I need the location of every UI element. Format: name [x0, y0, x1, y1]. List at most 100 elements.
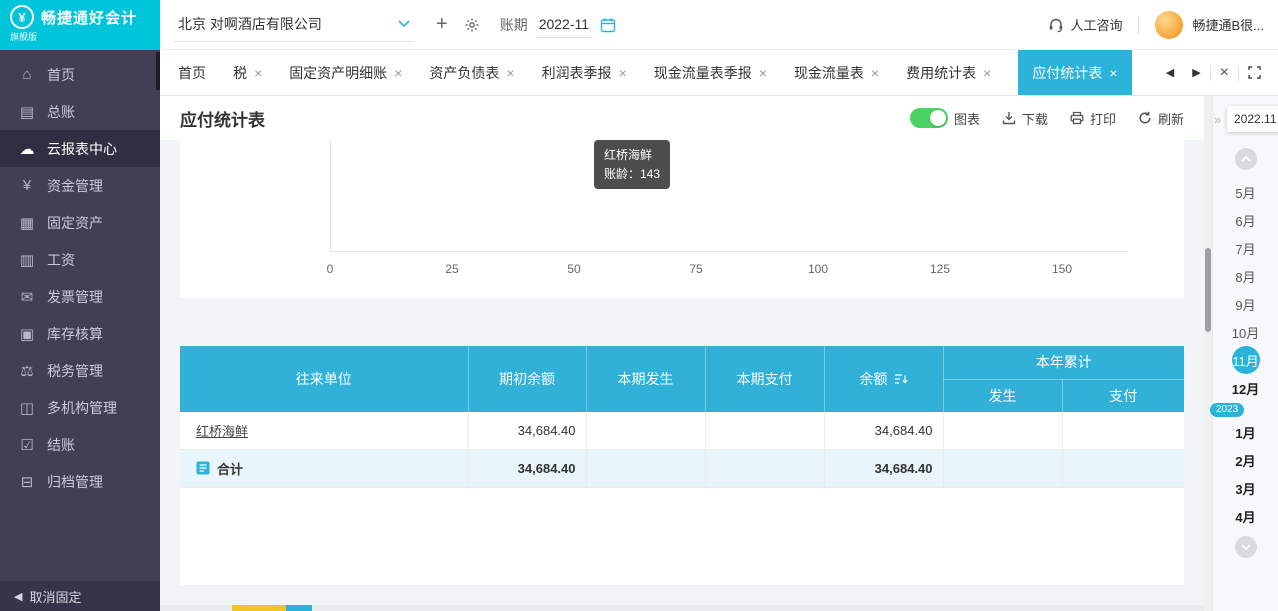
total-label: 合计 [217, 461, 244, 477]
chart-toggle[interactable] [909, 108, 948, 128]
sidebar-item-funds[interactable]: ¥ 资金管理 [0, 167, 160, 204]
sidebar-item-label: 总账 [47, 103, 75, 120]
fixed-assets-icon: ▦ [19, 214, 35, 232]
invoice-icon: ✉ [20, 288, 34, 306]
period-label: 账期 [499, 16, 528, 33]
tab-home[interactable]: 首页 [178, 50, 206, 95]
aging-bar-chart[interactable]: 红桥海鲜 账龄：143 0 25 50 75 100 125 150 [180, 140, 1184, 298]
refresh-icon [1138, 111, 1152, 125]
tab-fixed-asset-detail[interactable]: 固定资产明细账 × [289, 50, 402, 95]
sidebar-item-closing[interactable]: ☑ 结账 [0, 426, 160, 463]
top-bar: 北京 对啊酒店有限公司 + 账期 2022-11 人工咨询 畅捷通B很... [160, 0, 1278, 50]
download-button[interactable]: 下载 [1002, 109, 1048, 128]
month-item[interactable]: 7月 [1213, 234, 1278, 262]
month-item[interactable]: 5月 [1213, 178, 1278, 206]
month-item[interactable]: 6月 [1213, 206, 1278, 234]
sidebar-item-payroll[interactable]: ▥ 工资 [0, 241, 160, 278]
add-account-button[interactable]: + [436, 13, 448, 36]
sidebar-item-fixed-assets[interactable]: ▦ 固定资产 [0, 204, 160, 241]
unit-link[interactable]: 红桥海鲜 [196, 424, 248, 439]
month-item[interactable]: 8月 [1213, 262, 1278, 290]
unpin-icon: ◀ [14, 590, 23, 603]
refresh-button[interactable]: 刷新 [1138, 109, 1184, 128]
cell-balance: 34,684.40 [824, 412, 944, 450]
total-row: 合计 34,684.40 34,684.40 [180, 449, 1184, 488]
tab-cashflow[interactable]: 现金流量表 × [794, 50, 879, 95]
sidebar-item-general-ledger[interactable]: ▤ 总账 [0, 93, 160, 130]
tab-income-statement-quarterly[interactable]: 利润表季报 × [542, 50, 627, 95]
months-scroll-up-button[interactable] [1234, 148, 1257, 170]
month-item[interactable]: 2月 [1213, 446, 1278, 474]
toggle-knob [929, 110, 946, 126]
tab-close-icon[interactable]: × [619, 65, 627, 81]
cell-ytd-incurred [943, 412, 1063, 450]
tab-bar: 首页 税 × 固定资产明细账 × 资产负债表 × 利润表季报 × 现金流量表季报… [160, 50, 1278, 96]
sidebar-item-label: 税务管理 [47, 362, 103, 379]
month-item[interactable]: 12月 [1213, 374, 1278, 402]
sidebar-item-tax[interactable]: ⚖ 税务管理 [0, 352, 160, 389]
month-item[interactable]: 4月 [1213, 502, 1278, 530]
tab-close-icon[interactable]: × [759, 65, 767, 81]
month-item[interactable]: 9月 [1213, 290, 1278, 318]
total-icon [196, 461, 210, 475]
tab-payable-stats[interactable]: 应付统计表 × [1018, 50, 1132, 95]
tax-icon: ⚖ [20, 362, 34, 380]
print-button[interactable]: 打印 [1070, 109, 1116, 128]
report-content: 应付统计表 图表 下载 打印 刷新 红桥海鲜 账龄：143 0 25 50 75… [160, 96, 1204, 611]
sidebar-item-label: 库存核算 [47, 325, 103, 342]
tab-close-icon[interactable]: × [254, 65, 262, 81]
sidebar-item-label: 资金管理 [47, 177, 103, 194]
closing-icon: ☑ [20, 436, 34, 454]
sidebar-item-archive[interactable]: ⊟ 归档管理 [0, 463, 160, 500]
sidebar-item-home[interactable]: ⌂ 首页 [0, 56, 160, 93]
period-value[interactable]: 2022-11 [536, 11, 592, 38]
tab-expense-stats[interactable]: 费用统计表 × [906, 50, 991, 95]
sort-icon[interactable] [894, 373, 908, 385]
user-avatar[interactable] [1155, 10, 1184, 39]
tabs-scroll-left-icon[interactable]: ◀ [1157, 66, 1183, 79]
months-scroll-down-button[interactable] [1234, 536, 1257, 558]
x-tick: 0 [326, 262, 334, 276]
tab-close-icon[interactable]: × [983, 65, 991, 81]
sidebar-item-label: 归档管理 [47, 473, 103, 490]
x-tick: 75 [689, 262, 703, 276]
tab-balance-sheet[interactable]: 资产负债表 × [429, 50, 514, 95]
tab-close-icon[interactable]: × [871, 65, 879, 81]
close-all-tabs-icon[interactable]: × [1211, 64, 1238, 82]
tab-cashflow-quarterly[interactable]: 现金流量表季报 × [654, 50, 767, 95]
month-item-active[interactable]: 11月 [1231, 346, 1260, 374]
tab-close-icon[interactable]: × [394, 65, 402, 81]
settings-gear-icon[interactable] [464, 17, 480, 33]
company-selector[interactable]: 北京 对啊酒店有限公司 [174, 7, 414, 42]
live-support-button[interactable]: 人工咨询 [1048, 15, 1122, 34]
content-scrollbar-thumb[interactable] [1205, 248, 1211, 332]
calendar-icon[interactable] [600, 17, 616, 33]
sidebar-item-cloud-report-center[interactable]: ☁ 云报表中心 [0, 130, 160, 167]
sidebar-item-label: 工资 [47, 251, 75, 268]
chart-toggle-group: 图表 [909, 108, 980, 128]
chart-y-axis [330, 140, 331, 252]
page-title: 应付统计表 [180, 110, 265, 130]
month-item[interactable]: 1月 [1213, 418, 1278, 446]
sidebar-item-invoice[interactable]: ✉ 发票管理 [0, 278, 160, 315]
collapse-panel-icon[interactable]: » [1214, 112, 1221, 127]
month-item[interactable]: 10月 [1213, 318, 1278, 346]
cell-current-paid [705, 412, 825, 450]
fullscreen-icon[interactable] [1239, 66, 1270, 79]
logo-coin-icon: ¥ [10, 5, 34, 29]
month-item[interactable]: 3月 [1213, 474, 1278, 502]
tab-close-icon[interactable]: × [506, 65, 514, 81]
sidebar-scrollbar-thumb[interactable] [156, 52, 160, 90]
tab-close-icon[interactable]: × [1109, 65, 1117, 81]
tab-tax[interactable]: 税 × [233, 50, 262, 95]
taskbar-peek-cyan [286, 605, 312, 611]
user-name[interactable]: 畅捷通B很... [1192, 15, 1264, 34]
tabs-scroll-right-icon[interactable]: ▶ [1183, 66, 1209, 79]
page-header: 应付统计表 图表 下载 打印 刷新 [160, 96, 1204, 140]
sidebar-item-inventory[interactable]: ▣ 库存核算 [0, 315, 160, 352]
sidebar-item-multi-org[interactable]: ◫ 多机构管理 [0, 389, 160, 426]
content-scrollbar[interactable] [1204, 96, 1212, 611]
tooltip-value: 账龄：143 [604, 166, 661, 181]
sidebar-item-label: 云报表中心 [47, 140, 117, 157]
unpin-sidebar-button[interactable]: ◀ 取消固定 [0, 581, 160, 611]
